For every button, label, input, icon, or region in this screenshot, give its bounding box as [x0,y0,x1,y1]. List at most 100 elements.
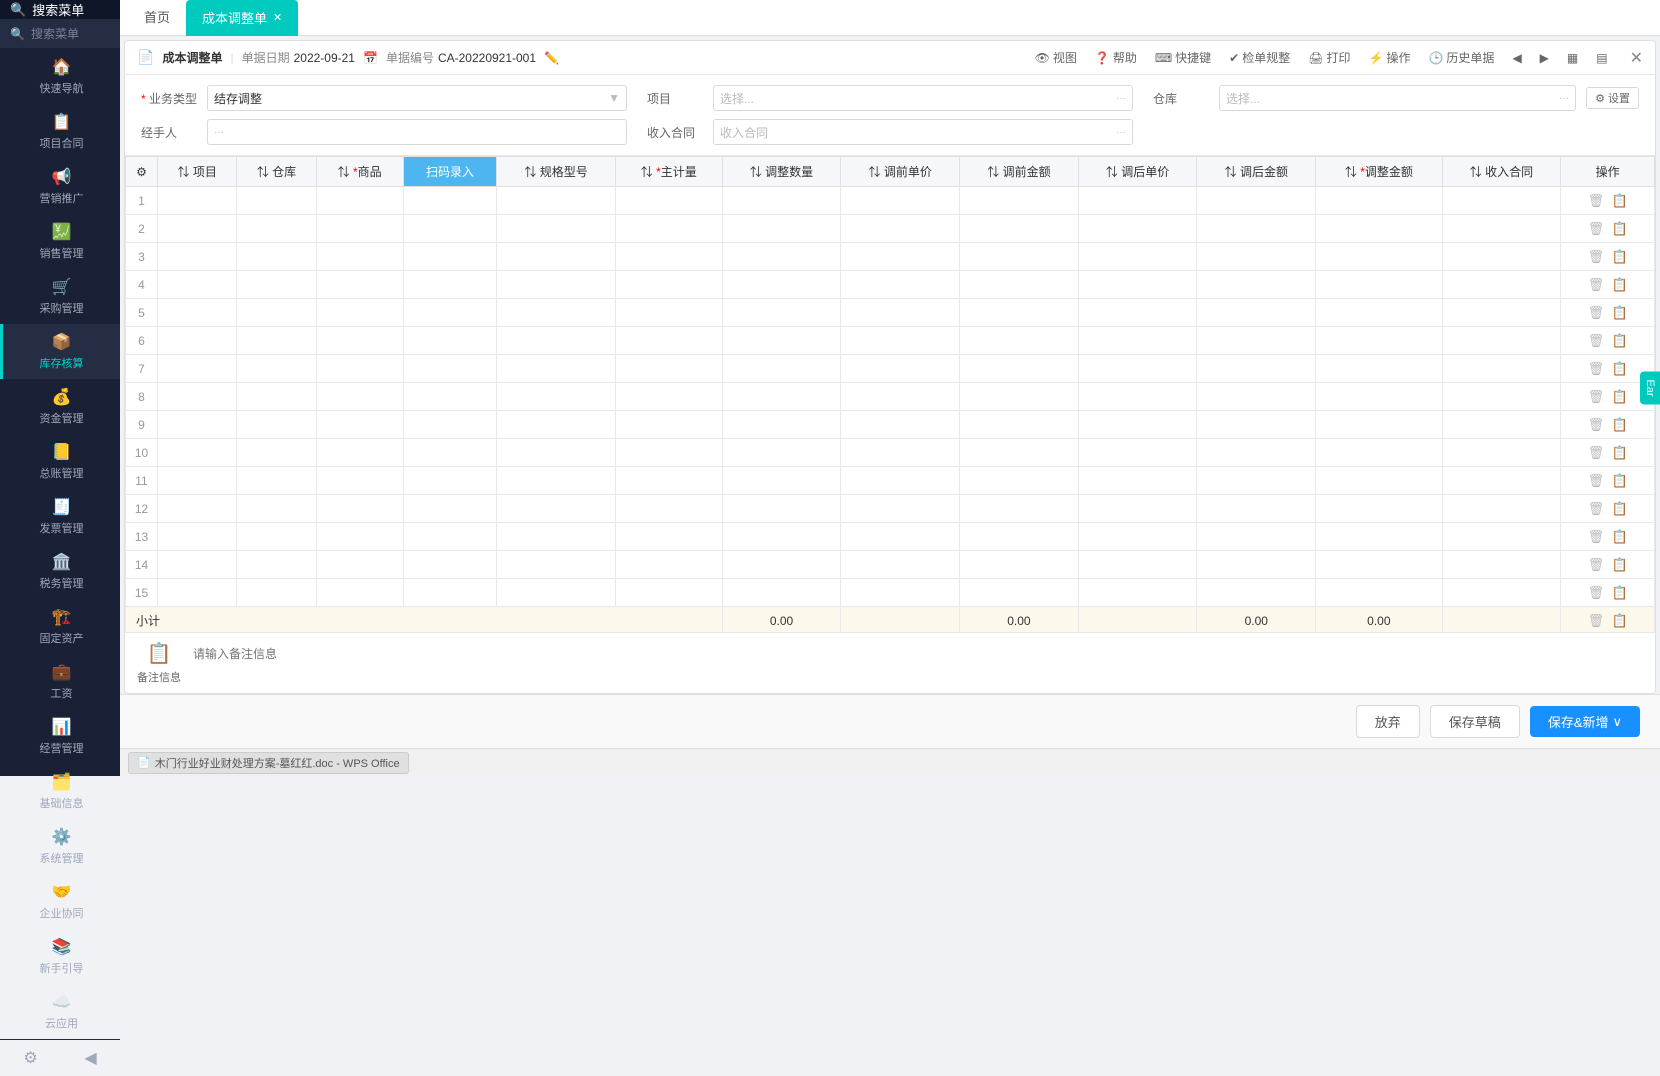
delete-icon[interactable]: 🗑 [1588,361,1605,376]
copy-icon[interactable]: 📋 [1611,473,1627,488]
copy-icon[interactable]: 📋 [1611,333,1627,348]
cell-after-price[interactable] [1078,299,1197,327]
cell-project[interactable] [158,355,237,383]
copy-icon[interactable]: 📋 [1611,529,1627,544]
cell-unit[interactable] [615,243,722,271]
sidebar-item-cloud[interactable]: ☁️ 云应用 [0,984,120,1039]
grid2-btn[interactable]: ▤ [1592,49,1611,67]
sidebar-item-tax[interactable]: 🏛️ 税务管理 [0,544,120,599]
cell-goods[interactable] [316,439,403,467]
sidebar-item-guide[interactable]: 📚 新手引导 [0,929,120,984]
cell-spec[interactable] [497,523,616,551]
cell-goods[interactable] [316,327,403,355]
cell-adjust-qty[interactable] [722,299,841,327]
cell-goods[interactable] [316,523,403,551]
cell-adjust-amount[interactable] [1316,579,1442,607]
cell-before-amount[interactable] [960,355,1079,383]
cell-after-price[interactable] [1078,411,1197,439]
sidebar-item-basic-info[interactable]: 🗂️ 基础信息 [0,764,120,819]
th-after-price[interactable]: ⇅ 调后单价 [1078,157,1197,187]
cell-after-price[interactable] [1078,327,1197,355]
cell-before-amount[interactable] [960,243,1079,271]
cell-spec[interactable] [497,439,616,467]
cell-scan[interactable] [403,551,497,579]
cell-adjust-qty[interactable] [722,411,841,439]
cell-adjust-qty[interactable] [722,355,841,383]
cell-goods[interactable] [316,355,403,383]
sidebar-item-quick-nav[interactable]: 🏠 快速导航 [0,49,120,104]
history-btn[interactable]: 🕒 历史单据 [1424,47,1498,68]
cell-after-amount[interactable] [1197,523,1316,551]
cell-adjust-qty[interactable] [722,523,841,551]
copy-icon[interactable]: 📋 [1611,277,1627,292]
cell-spec[interactable] [497,383,616,411]
copy-icon[interactable]: 📋 [1611,193,1627,208]
cell-warehouse[interactable] [237,411,316,439]
cell-after-amount[interactable] [1197,411,1316,439]
cell-adjust-amount[interactable] [1316,467,1442,495]
cell-after-amount[interactable] [1197,355,1316,383]
cell-warehouse[interactable] [237,187,316,215]
cell-adjust-amount[interactable] [1316,271,1442,299]
check-btn[interactable]: ✔ 检单规整 [1225,47,1294,68]
id-edit-icon[interactable]: ✏️ [544,51,559,65]
settings-btn[interactable]: ⚙ 设置 [1586,87,1639,109]
copy-icon[interactable]: 📋 [1611,221,1627,236]
delete-icon[interactable]: 🗑 [1588,557,1605,572]
cell-income-contract[interactable] [1442,271,1561,299]
cell-before-amount[interactable] [960,383,1079,411]
summary-copy-icon[interactable]: 📋 [1611,613,1627,628]
cell-scan[interactable] [403,383,497,411]
cell-project[interactable] [158,411,237,439]
cell-unit[interactable] [615,299,722,327]
cell-adjust-qty[interactable] [722,439,841,467]
sidebar-item-purchase-mgmt[interactable]: 🛒 采购管理 [0,269,120,324]
cell-goods[interactable] [316,383,403,411]
cell-income-contract[interactable] [1442,439,1561,467]
th-after-amount[interactable]: ⇅ 调后金额 [1197,157,1316,187]
cell-project[interactable] [158,215,237,243]
cell-after-price[interactable] [1078,495,1197,523]
biz-type-input[interactable]: 结存调整 ▼ [207,85,627,111]
cell-before-price[interactable] [841,411,960,439]
close-window-btn[interactable]: ✕ [1630,48,1643,68]
th-scan[interactable]: 扫码录入 [403,157,497,187]
cell-after-amount[interactable] [1197,439,1316,467]
delete-icon[interactable]: 🗑 [1588,193,1605,208]
th-unit[interactable]: ⇅ *主计量 [615,157,722,187]
cell-adjust-amount[interactable] [1316,383,1442,411]
handler-input[interactable]: ··· [207,119,627,145]
cell-unit[interactable] [615,495,722,523]
cell-scan[interactable] [403,411,497,439]
delete-icon[interactable]: 🗑 [1588,249,1605,264]
copy-icon[interactable]: 📋 [1611,249,1627,264]
calendar-icon[interactable]: 📅 [363,51,378,65]
cell-scan[interactable] [403,467,497,495]
cell-before-price[interactable] [841,299,960,327]
cell-project[interactable] [158,271,237,299]
delete-icon[interactable]: 🗑 [1588,277,1605,292]
cell-before-price[interactable] [841,579,960,607]
cell-scan[interactable] [403,495,497,523]
cell-adjust-qty[interactable] [722,327,841,355]
th-adjust-amount[interactable]: ⇅ *调整金额 [1316,157,1442,187]
cell-before-price[interactable] [841,523,960,551]
cell-income-contract[interactable] [1442,383,1561,411]
cell-goods[interactable] [316,495,403,523]
cell-adjust-qty[interactable] [722,187,841,215]
th-project[interactable]: ⇅ 项目 [158,157,237,187]
cell-warehouse[interactable] [237,523,316,551]
cell-goods[interactable] [316,551,403,579]
cell-unit[interactable] [615,467,722,495]
tab-home[interactable]: 首页 [128,0,186,36]
th-before-amount[interactable]: ⇅ 调前金额 [960,157,1079,187]
cell-warehouse[interactable] [237,383,316,411]
delete-icon[interactable]: 🗑 [1588,333,1605,348]
cell-after-price[interactable] [1078,439,1197,467]
cell-warehouse[interactable] [237,271,316,299]
project-input[interactable]: 选择... ··· [713,85,1133,111]
cell-scan[interactable] [403,579,497,607]
cell-income-contract[interactable] [1442,579,1561,607]
cell-after-amount[interactable] [1197,383,1316,411]
cell-income-contract[interactable] [1442,215,1561,243]
